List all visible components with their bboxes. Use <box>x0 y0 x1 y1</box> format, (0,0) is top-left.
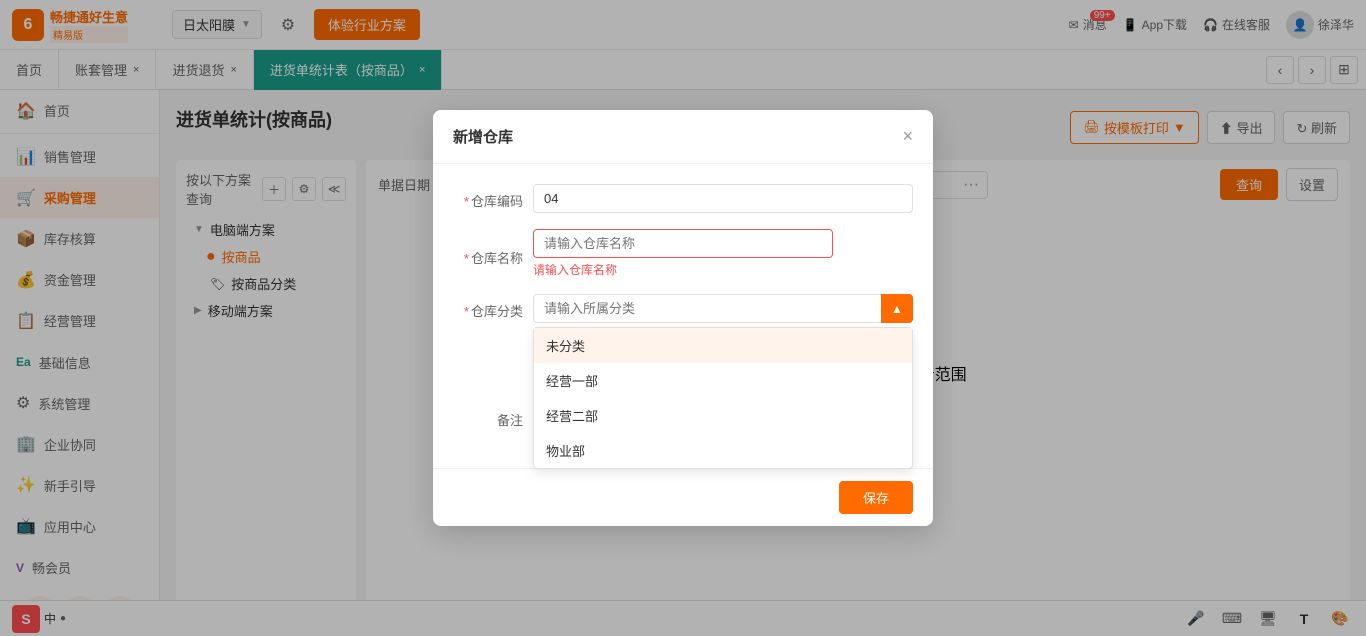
add-warehouse-dialog: 新增仓库 × 仓库编码 仓库名称 请输入仓库名称 仓库分 <box>433 110 933 526</box>
name-error-message: 请输入仓库名称 <box>533 261 833 278</box>
category-dropdown: 未分类 经营一部 经营二部 物业部 <box>533 327 913 469</box>
dialog-header: 新增仓库 × <box>433 110 933 164</box>
note-label: 备注 <box>453 403 533 429</box>
code-input[interactable] <box>533 184 913 213</box>
form-row-code: 仓库编码 <box>453 184 913 213</box>
form-row-name: 仓库名称 请输入仓库名称 <box>453 229 913 278</box>
name-label: 仓库名称 <box>453 241 533 267</box>
form-row-category: 仓库分类 ▲ 未分类 经营一部 经营二部 物业部 <box>453 294 913 323</box>
dialog-footer: 保存 <box>433 468 933 526</box>
dialog-overlay: 新增仓库 × 仓库编码 仓库名称 请输入仓库名称 仓库分 <box>0 0 1366 636</box>
dialog-title: 新增仓库 <box>453 126 513 147</box>
code-label: 仓库编码 <box>453 184 533 210</box>
category-input[interactable] <box>533 294 913 323</box>
category-option-dept1[interactable]: 经营一部 <box>534 363 912 398</box>
category-label: 仓库分类 <box>453 294 533 320</box>
name-input[interactable] <box>533 229 833 258</box>
category-input-wrap: ▲ 未分类 经营一部 经营二部 物业部 <box>533 294 913 323</box>
save-button[interactable]: 保存 <box>839 481 913 514</box>
name-field-col: 请输入仓库名称 <box>533 229 833 278</box>
dialog-close-icon[interactable]: × <box>902 126 913 147</box>
category-option-dept2[interactable]: 经营二部 <box>534 398 912 433</box>
category-option-dept3[interactable]: 物业部 <box>534 433 912 468</box>
dialog-body: 仓库编码 仓库名称 请输入仓库名称 仓库分类 ▲ <box>433 164 933 468</box>
category-toggle-icon[interactable]: ▲ <box>881 294 913 323</box>
category-option-none[interactable]: 未分类 <box>534 328 912 363</box>
